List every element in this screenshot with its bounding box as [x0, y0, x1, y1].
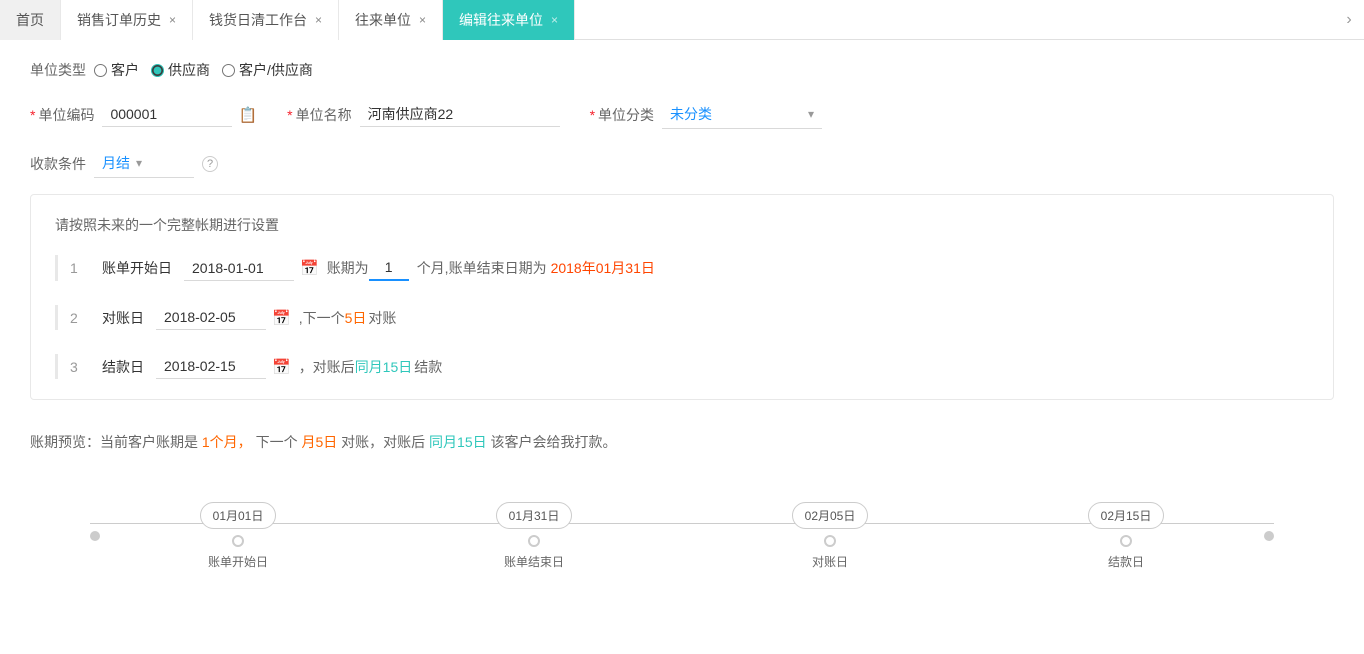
- unit-category-select[interactable]: 未分类 ▾: [662, 100, 822, 129]
- period-row-1-end-date: 2018年01月31日: [551, 258, 655, 278]
- timeline-node-3: 02月05日 对账日: [682, 502, 978, 570]
- timeline-node-4-label: 结款日: [1108, 553, 1144, 570]
- tab-edit-partner[interactable]: 编辑往来单位 ×: [443, 0, 575, 40]
- payment-terms-select[interactable]: 月结 ▾: [94, 149, 194, 178]
- timeline-node-4: 02月15日 结款日: [978, 502, 1274, 570]
- unit-info-row: 单位编码 📋 单位名称 单位分类 未分类 ▾: [30, 100, 1334, 129]
- period-row-1-period-label: 账期为: [327, 258, 369, 278]
- unit-type-radio-group: 客户 供应商 客户/供应商: [94, 60, 313, 80]
- radio-supplier-input[interactable]: [151, 64, 164, 77]
- preview-highlight3: 同月15日: [429, 434, 487, 450]
- timeline-node-3-label: 对账日: [812, 553, 848, 570]
- period-row-1-suffix: 个月,账单结束日期为: [417, 258, 547, 278]
- timeline-node-1-dot: [232, 535, 244, 547]
- payment-terms-help[interactable]: ?: [202, 156, 218, 172]
- period-row-2-highlight: 5日: [345, 308, 367, 328]
- period-row-3-suffix: 结款: [414, 357, 442, 377]
- unit-code-label: 单位编码: [30, 105, 94, 125]
- unit-name-label: 单位名称: [287, 105, 351, 125]
- preview-text: 账期预览：当前客户账期是 1个月， 下一个 月5日 对账，对账后 同月15日 该…: [30, 432, 1334, 452]
- radio-supplier[interactable]: 供应商: [151, 60, 210, 80]
- timeline-start-dot: [90, 531, 100, 541]
- timeline-node-1-bubble: 01月01日: [200, 502, 277, 529]
- timeline-dot-right: [1264, 531, 1274, 541]
- period-row-1-calendar[interactable]: 📅: [300, 259, 319, 277]
- timeline-node-4-bubble: 02月15日: [1088, 502, 1165, 529]
- payment-terms-label: 收款条件: [30, 154, 86, 174]
- preview-mid2: 对账，对账后: [341, 434, 425, 450]
- preview-prefix: 账期预览：当前客户账期是: [30, 434, 198, 450]
- main-content: 单位类型 客户 供应商 客户/供应商 单位编码 📋: [0, 40, 1364, 654]
- preview-mid1: 下一个: [256, 434, 298, 450]
- tab-sales-history-close[interactable]: ×: [169, 13, 176, 27]
- payment-terms-row: 收款条件 月结 ▾ ?: [30, 149, 1334, 178]
- timeline-node-1: 01月01日 账单开始日: [90, 502, 386, 570]
- tab-sales-history[interactable]: 销售订单历史 ×: [61, 0, 193, 40]
- period-row-1-label: 账单开始日: [102, 258, 172, 278]
- period-row-2-label: 对账日: [102, 308, 144, 328]
- unit-name-input[interactable]: [360, 102, 560, 127]
- timeline: 01月01日 账单开始日 01月31日 账单结束日 02月05日 对账日: [30, 472, 1334, 610]
- tabs-bar: 首页 销售订单历史 × 钱货日清工作台 × 往来单位 × 编辑往来单位 × ›: [0, 0, 1364, 40]
- period-row-1-date[interactable]: [184, 256, 294, 281]
- timeline-node-3-bubble: 02月05日: [792, 502, 869, 529]
- period-row-2-date[interactable]: [156, 305, 266, 330]
- tab-edit-partner-close[interactable]: ×: [551, 13, 558, 27]
- timeline-node-2-bubble: 01月31日: [496, 502, 573, 529]
- period-row-3-highlight: 同月15日: [355, 357, 413, 377]
- preview-highlight2: 月5日: [301, 434, 337, 450]
- timeline-dot-left: [90, 531, 100, 541]
- tab-home[interactable]: 首页: [0, 0, 61, 40]
- unit-category-value: 未分类: [670, 104, 802, 124]
- period-row-3-prefix: ，对账后: [299, 357, 355, 377]
- unit-category-field: 单位分类 未分类 ▾: [590, 100, 822, 129]
- preview-highlight1: 1个月，: [202, 434, 252, 450]
- period-row-2-prefix: ,下一个: [299, 308, 345, 328]
- period-row-3-calendar[interactable]: 📅: [272, 358, 291, 376]
- period-settings-box: 请按照未来的一个完整帐期进行设置 1 账单开始日 📅 账期为 个月,账单结束日期…: [30, 194, 1334, 400]
- tab-partners-close[interactable]: ×: [419, 13, 426, 27]
- radio-both-input[interactable]: [222, 64, 235, 77]
- period-row-2-suffix: 对账: [368, 308, 396, 328]
- period-settings-title: 请按照未来的一个完整帐期进行设置: [55, 215, 1309, 235]
- preview-suffix: 该客户会给我打款。: [491, 434, 617, 450]
- period-row-3-date[interactable]: [156, 354, 266, 379]
- unit-category-chevron: ▾: [808, 107, 814, 121]
- tab-cash-desk[interactable]: 钱货日清工作台 ×: [193, 0, 339, 40]
- unit-type-field: 单位类型 客户 供应商 客户/供应商: [30, 60, 313, 80]
- timeline-node-2-label: 账单结束日: [504, 553, 564, 570]
- timeline-node-2: 01月31日 账单结束日: [386, 502, 682, 570]
- unit-type-label: 单位类型: [30, 60, 86, 80]
- unit-code-input[interactable]: [102, 102, 232, 127]
- period-row-1-months[interactable]: [369, 255, 409, 281]
- period-row-3: 3 结款日 📅 ，对账后 同月15日 结款: [55, 354, 1309, 379]
- timeline-node-3-dot: [824, 535, 836, 547]
- radio-customer-input[interactable]: [94, 64, 107, 77]
- radio-both[interactable]: 客户/供应商: [222, 60, 313, 80]
- period-row-2-num: 2: [70, 310, 90, 326]
- period-row-2: 2 对账日 📅 ,下一个 5日 对账: [55, 305, 1309, 330]
- unit-category-label: 单位分类: [590, 105, 654, 125]
- timeline-node-1-label: 账单开始日: [208, 553, 268, 570]
- period-row-2-calendar[interactable]: 📅: [272, 309, 291, 327]
- period-row-1: 1 账单开始日 📅 账期为 个月,账单结束日期为 2018年01月31日: [55, 255, 1309, 281]
- period-row-1-num: 1: [70, 260, 90, 276]
- tab-partners[interactable]: 往来单位 ×: [339, 0, 443, 40]
- period-row-3-num: 3: [70, 359, 90, 375]
- unit-code-icon[interactable]: 📋: [238, 106, 257, 124]
- payment-terms-value: 月结: [102, 153, 130, 173]
- preview-section: 账期预览：当前客户账期是 1个月， 下一个 月5日 对账，对账后 同月15日 该…: [30, 416, 1334, 634]
- timeline-nodes: 01月01日 账单开始日 01月31日 账单结束日 02月05日 对账日: [90, 502, 1274, 570]
- tab-cash-desk-close[interactable]: ×: [315, 13, 322, 27]
- period-row-3-label: 结款日: [102, 357, 144, 377]
- payment-terms-chevron: ▾: [136, 156, 142, 170]
- unit-name-field: 单位名称: [287, 102, 559, 127]
- tab-expand-button[interactable]: ›: [1334, 11, 1364, 29]
- timeline-node-2-dot: [528, 535, 540, 547]
- timeline-node-4-dot: [1120, 535, 1132, 547]
- unit-type-row: 单位类型 客户 供应商 客户/供应商: [30, 60, 1334, 80]
- timeline-end-dot: [1264, 531, 1274, 541]
- unit-code-field: 单位编码 📋: [30, 102, 257, 127]
- radio-customer[interactable]: 客户: [94, 60, 139, 80]
